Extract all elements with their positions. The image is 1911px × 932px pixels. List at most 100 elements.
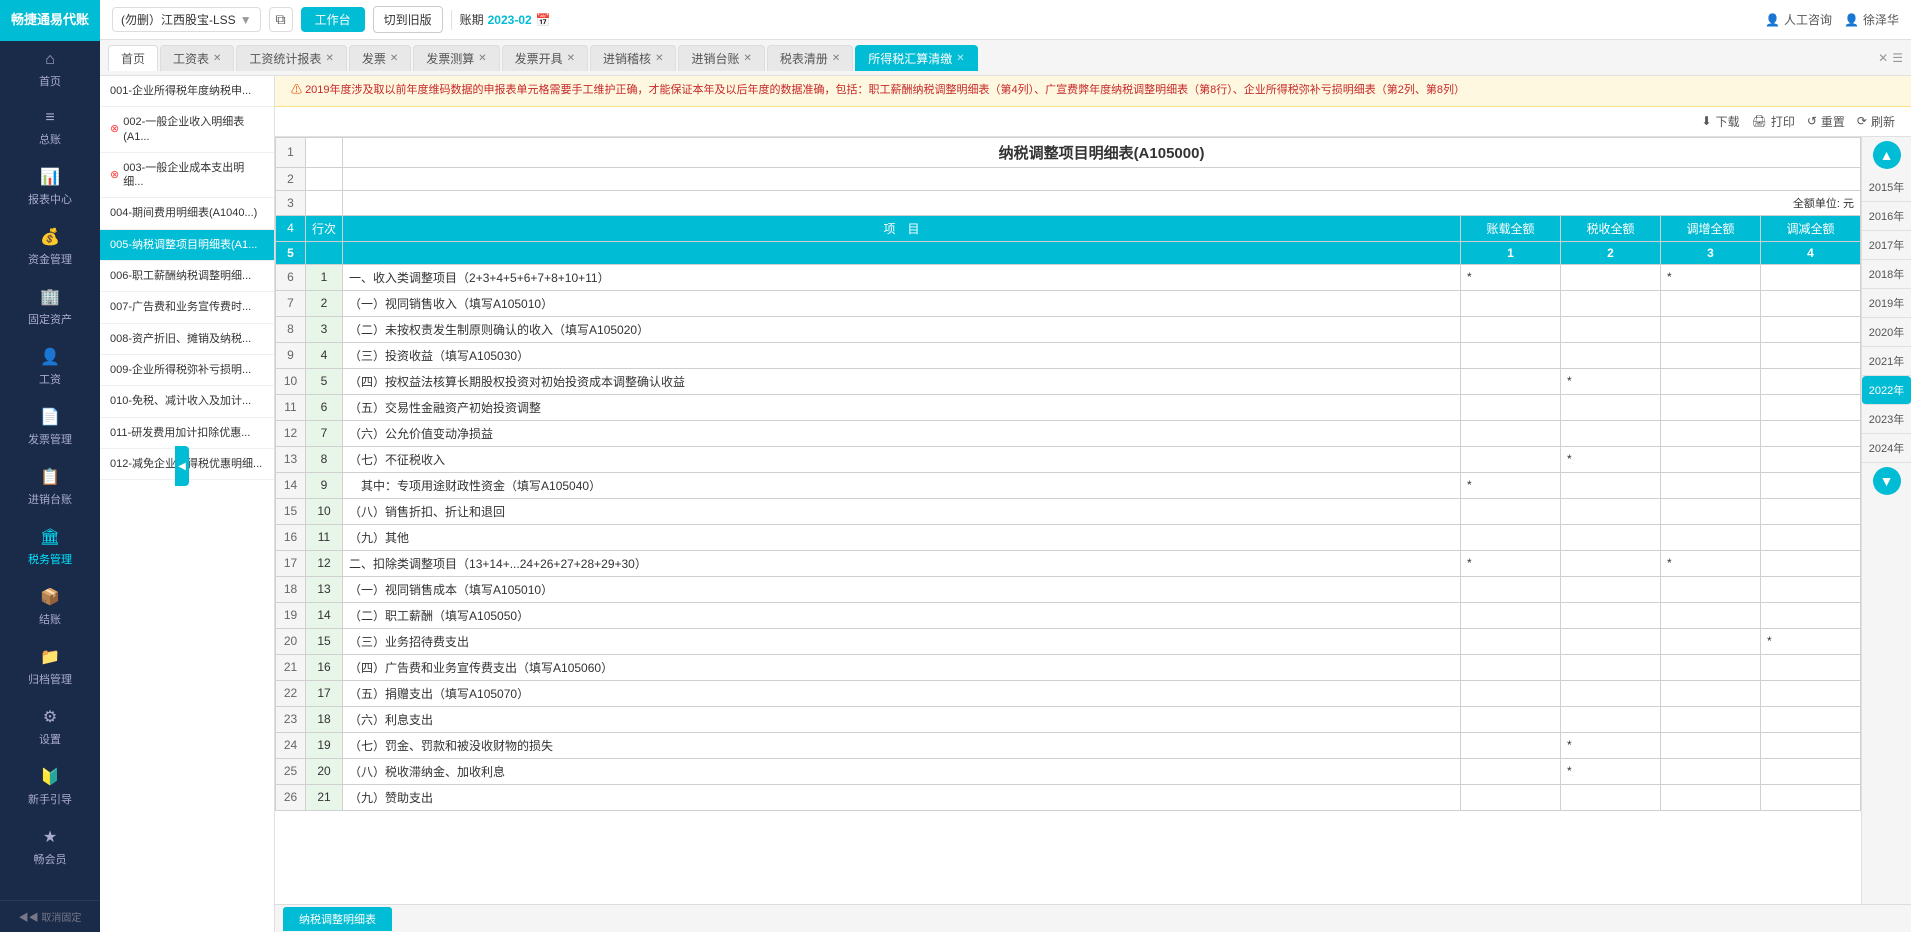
sidebar-item-tax[interactable]: 🏛 税务管理: [0, 517, 100, 577]
download-button[interactable]: ⬇ 下载: [1702, 113, 1740, 130]
tab-invoice[interactable]: 发票 ✕: [349, 45, 411, 71]
sidebar-item-home[interactable]: ⌂ 首页: [0, 41, 100, 99]
left-item-10[interactable]: 011-研发费用加计扣除优惠...: [100, 418, 274, 449]
close-icon[interactable]: ✕: [743, 53, 751, 64]
tab-invoice-calc[interactable]: 发票测算 ✕: [413, 45, 499, 71]
tab-invoice-calc-label: 发票测算: [426, 50, 474, 67]
workbench-button[interactable]: 工作台: [301, 7, 365, 32]
sidebar-item-finance[interactable]: 💰 资金管理: [0, 217, 100, 277]
reset-button[interactable]: ↺ 重置: [1807, 113, 1845, 130]
tab-sales-audit[interactable]: 进销稽核 ✕: [590, 45, 676, 71]
tab-salary-stats[interactable]: 工资统计报表 ✕: [236, 45, 346, 71]
table-row: 3 全额单位: 元: [276, 190, 1861, 215]
sidebar-item-sales[interactable]: 📋 进销台账: [0, 457, 100, 517]
sidebar-item-invoice[interactable]: 📄 发票管理: [0, 397, 100, 457]
year-up-button[interactable]: ▲: [1873, 141, 1901, 169]
table-container[interactable]: 1 纳税调整项目明细表(A105000) 2: [275, 137, 1861, 904]
bottom-tab-tax-adjust[interactable]: 纳税调整明细表: [283, 907, 392, 931]
year-item-2022[interactable]: 2022年: [1862, 376, 1911, 405]
year-item-2020[interactable]: 2020年: [1862, 318, 1911, 347]
close-icon[interactable]: ✕: [956, 53, 964, 64]
year-item-2019[interactable]: 2019年: [1862, 289, 1911, 318]
table-row: 2: [276, 167, 1861, 190]
home-icon: ⌂: [45, 51, 55, 69]
right-panel: ⚠ 2019年度涉及取以前年度维码数据的申报表单元格需要手工维护正确，才能保证本…: [275, 76, 1911, 932]
tax-icon: 🏛: [40, 527, 60, 547]
collapse-panel-button[interactable]: ◀: [175, 446, 189, 486]
left-item-9[interactable]: 010-免税、减计收入及加计...: [100, 386, 274, 417]
tab-sales-ledger[interactable]: 进销台账 ✕: [678, 45, 764, 71]
year-item-2015[interactable]: 2015年: [1862, 173, 1911, 202]
assets-icon: 🏢: [40, 287, 60, 307]
year-item-2024[interactable]: 2024年: [1862, 434, 1911, 463]
app-logo: 畅捷通易代账: [0, 0, 100, 41]
error-icon: ⊗: [110, 122, 119, 136]
sidebar-item-ledger[interactable]: ≡ 总账: [0, 99, 100, 157]
guide-icon: 🔰: [40, 767, 60, 787]
sidebar: 畅捷通易代账 ⌂ 首页 ≡ 总账 📊 报表中心 💰 资金管理 🏢 固定资产 👤 …: [0, 0, 100, 932]
year-item-2017[interactable]: 2017年: [1862, 231, 1911, 260]
sheet-title: 纳税调整项目明细表(A105000): [343, 137, 1861, 167]
close-icon[interactable]: ✕: [325, 53, 333, 64]
tab-income-tax[interactable]: 所得税汇算清缴 ✕: [855, 45, 977, 71]
left-item-label: 001-企业所得税年度纳税申...: [110, 84, 251, 98]
refresh-button[interactable]: ⟳ 刷新: [1857, 113, 1895, 130]
left-item-0[interactable]: 001-企业所得税年度纳税申...: [100, 76, 274, 107]
left-item-label: 004-期间费用明细表(A1040...): [110, 206, 257, 220]
sidebar-item-member[interactable]: ★ 畅会员: [0, 817, 100, 877]
tab-home[interactable]: 首页: [108, 45, 158, 71]
left-item-label: 011-研发费用加计扣除优惠...: [110, 426, 250, 440]
year-item-2021[interactable]: 2021年: [1862, 347, 1911, 376]
sidebar-item-guide[interactable]: 🔰 新手引导: [0, 757, 100, 817]
left-item-6[interactable]: 007-广告费和业务宣传费时...: [100, 292, 274, 323]
table-row: 16 11 （九）其他: [276, 524, 1861, 550]
ledger-icon: ≡: [45, 109, 54, 127]
archive-icon: 📁: [40, 647, 60, 667]
left-item-label: 008-资产折旧、摊销及纳税...: [110, 332, 251, 346]
sidebar-item-assets[interactable]: 🏢 固定资产: [0, 277, 100, 337]
left-item-2[interactable]: ⊗ 003-一般企业成本支出明细...: [100, 153, 274, 199]
year-item-2018[interactable]: 2018年: [1862, 260, 1911, 289]
invoice-icon: 📄: [40, 407, 60, 427]
left-item-7[interactable]: 008-资产折旧、摊销及纳税...: [100, 324, 274, 355]
print-button[interactable]: 🖨 打印: [1752, 113, 1795, 130]
close-icon[interactable]: ✕: [478, 53, 486, 64]
copy-icon[interactable]: ⧉: [269, 7, 293, 32]
close-icon[interactable]: ✕: [655, 53, 663, 64]
tab-tax-list[interactable]: 税表清册 ✕: [767, 45, 853, 71]
left-item-3[interactable]: 004-期间费用明细表(A1040...): [100, 198, 274, 229]
left-item-8[interactable]: 009-企业所得税弥补亏损明...: [100, 355, 274, 386]
user-menu[interactable]: 👤 徐泽华: [1844, 11, 1899, 28]
sidebar-item-archive[interactable]: 📁 归档管理: [0, 637, 100, 697]
sidebar-item-salary[interactable]: 👤 工资: [0, 337, 100, 397]
close-icon[interactable]: ✕: [390, 53, 398, 64]
close-icon[interactable]: ✕: [213, 53, 221, 64]
table-row: 11 6 （五）交易性金融资产初始投资调整: [276, 394, 1861, 420]
left-item-label: 002-一般企业收入明细表(A1...: [123, 115, 264, 144]
sidebar-item-closing[interactable]: 📦 结账: [0, 577, 100, 637]
tab-salary[interactable]: 工资表 ✕: [160, 45, 234, 71]
left-item-5[interactable]: 006-职工薪酬纳税调整明细...: [100, 261, 274, 292]
refresh-icon: ⟳: [1857, 114, 1867, 128]
support-button[interactable]: 👤 人工咨询: [1765, 11, 1832, 28]
sidebar-item-settings[interactable]: ⚙ 设置: [0, 697, 100, 757]
calendar-icon[interactable]: 📅: [536, 13, 551, 27]
main-area: (勿删）江西股宝-LSS ▼ ⧉ 工作台 切到旧版 账期 2023-02 📅 👤…: [100, 0, 1911, 932]
left-item-4[interactable]: 005-纳税调整项目明细表(A1...: [100, 230, 274, 261]
company-selector[interactable]: (勿删）江西股宝-LSS ▼: [112, 7, 261, 32]
sidebar-item-reports[interactable]: 📊 报表中心: [0, 157, 100, 217]
tab-more-icon[interactable]: ☰: [1892, 51, 1903, 65]
year-down-button[interactable]: ▼: [1873, 467, 1901, 495]
table-row: 21 16 （四）广告费和业务宣传费支出（填写A105060）: [276, 654, 1861, 680]
tab-close-all-icon[interactable]: ✕: [1878, 51, 1888, 65]
switch-old-button[interactable]: 切到旧版: [373, 6, 443, 33]
year-item-2023[interactable]: 2023年: [1862, 405, 1911, 434]
unpin-button[interactable]: ◀◀ 取消固定: [0, 900, 100, 932]
year-item-2016[interactable]: 2016年: [1862, 202, 1911, 231]
tab-invoice-issue[interactable]: 发票开具 ✕: [502, 45, 588, 71]
close-icon[interactable]: ✕: [832, 53, 840, 64]
warning-icon: ⚠: [291, 84, 302, 96]
closing-icon: 📦: [40, 587, 60, 607]
close-icon[interactable]: ✕: [567, 53, 575, 64]
left-item-1[interactable]: ⊗ 002-一般企业收入明细表(A1...: [100, 107, 274, 153]
